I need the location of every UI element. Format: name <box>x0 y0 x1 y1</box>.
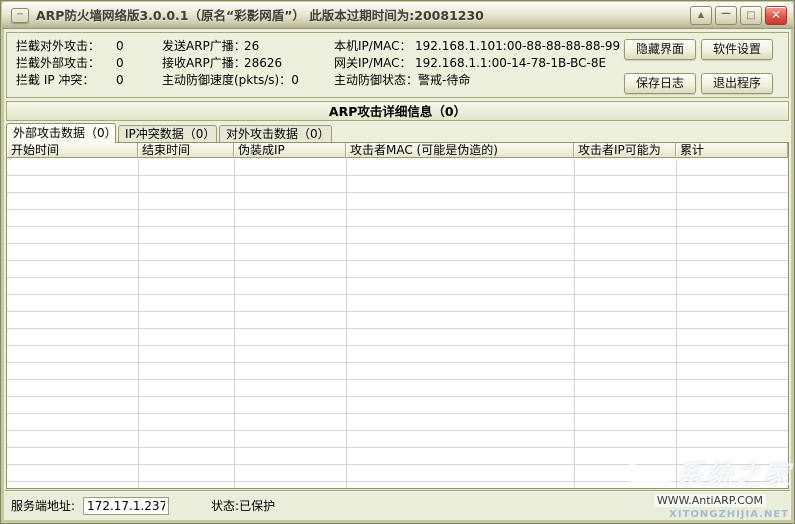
table-grid-vline <box>676 159 677 488</box>
hide-interface-button[interactable]: 隐藏界面 <box>624 39 696 60</box>
rollup-button[interactable]: ▲ <box>690 6 712 25</box>
stats-panel: 拦截对外攻击： 0 拦截外部攻击： 0 拦截 IP 冲突： 0 发送ARP广播：26 … <box>6 32 789 98</box>
table-grid-vline <box>138 159 139 488</box>
window-controls: ▲ — □ ✕ <box>690 6 787 25</box>
tab-external-attack-data[interactable]: 外部攻击数据（0） <box>6 123 117 143</box>
stat-arp-received: 接收ARP广播：28626 <box>162 56 283 70</box>
stat-local-ip-mac: 本机IP/MAC： 192.168.1.101:00-88-88-88-88-99 <box>334 39 621 53</box>
table-grid-vline <box>234 159 235 488</box>
server-address-input[interactable] <box>83 496 170 515</box>
column-header-attacker-mac[interactable]: 攻击者MAC (可能是伪造的) <box>346 143 574 158</box>
app-menu-icon[interactable]: ─ <box>11 8 29 23</box>
window-title: ARP防火墙网络版3.0.0.1（原名“彩影网盾”） 此版本过期时间为:2008… <box>36 8 484 23</box>
exit-program-button[interactable]: 退出程序 <box>701 73 773 94</box>
stat-defense-speed: 主动防御速度(pkts/s)：0 <box>162 73 299 87</box>
software-settings-button[interactable]: 软件设置 <box>701 39 773 60</box>
stat-blocked-ip-conflict: 拦截 IP 冲突： 0 <box>16 73 124 87</box>
table-grid-vline <box>574 159 575 488</box>
tab-outgoing-attack-data[interactable]: 对外攻击数据（0） <box>219 125 332 142</box>
stat-arp-sent: 发送ARP广播：26 <box>162 39 260 53</box>
close-icon: ✕ <box>770 8 782 22</box>
column-header-end-time[interactable]: 结束时间 <box>138 143 234 158</box>
maximize-icon: □ <box>746 10 756 21</box>
arp-traffic-column: 发送ARP广播：26 接收ARP广播：28626 主动防御速度(pkts/s)：… <box>162 38 299 89</box>
stat-blocked-external: 拦截外部攻击： 0 <box>16 56 124 70</box>
close-button[interactable]: ✕ <box>765 6 787 25</box>
column-header-start-time[interactable]: 开始时间 <box>7 143 138 158</box>
tab-ip-conflict-data[interactable]: IP冲突数据（0） <box>118 125 217 142</box>
column-header-attacker-ip[interactable]: 攻击者IP可能为 <box>574 143 676 158</box>
data-tabs: 外部攻击数据（0） IP冲突数据（0） 对外攻击数据（0） <box>6 123 332 143</box>
table-grid-vline <box>346 159 347 488</box>
stat-defense-status: 主动防御状态：警戒-待命 <box>334 73 471 87</box>
attack-table-body[interactable] <box>7 159 788 488</box>
arp-detail-panel: ARP攻击详细信息（0） 外部攻击数据（0） IP冲突数据（0） 对外攻击数据（… <box>6 101 789 489</box>
attack-table-header: 开始时间 结束时间 伪装成IP 攻击者MAC (可能是伪造的) 攻击者IP可能为… <box>7 143 788 158</box>
rollup-icon: ▲ <box>697 10 705 19</box>
column-header-spoofed-ip[interactable]: 伪装成IP <box>234 143 346 158</box>
save-log-button[interactable]: 保存日志 <box>624 73 696 94</box>
maximize-button[interactable]: □ <box>740 6 762 25</box>
arp-detail-title: ARP攻击详细信息（0） <box>6 101 789 121</box>
column-header-total[interactable]: 累计 <box>676 143 788 158</box>
minimize-icon: — <box>721 8 731 19</box>
protection-status-text: 状态:已保护 <box>211 499 276 513</box>
host-info-column: 本机IP/MAC： 192.168.1.101:00-88-88-88-88-99… <box>334 38 620 89</box>
stat-blocked-outgoing: 拦截对外攻击： 0 <box>16 39 124 53</box>
stat-gateway-ip-mac: 网关IP/MAC： 192.168.1.1:00-14-78-1B-BC-8E <box>334 56 607 70</box>
attack-table: 开始时间 结束时间 伪装成IP 攻击者MAC (可能是伪造的) 攻击者IP可能为… <box>6 142 789 489</box>
server-address-label: 服务端地址: <box>11 499 76 513</box>
status-bar: 服务端地址: 状态:已保护 <box>5 490 790 520</box>
title-bar: ─ ARP防火墙网络版3.0.0.1（原名“彩影网盾”） 此版本过期时间为:20… <box>2 2 793 29</box>
app-window: ─ ARP防火墙网络版3.0.0.1（原名“彩影网盾”） 此版本过期时间为:20… <box>0 0 795 524</box>
intercept-stats-column: 拦截对外攻击： 0 拦截外部攻击： 0 拦截 IP 冲突： 0 <box>16 38 124 89</box>
minimize-button[interactable]: — <box>715 6 737 25</box>
